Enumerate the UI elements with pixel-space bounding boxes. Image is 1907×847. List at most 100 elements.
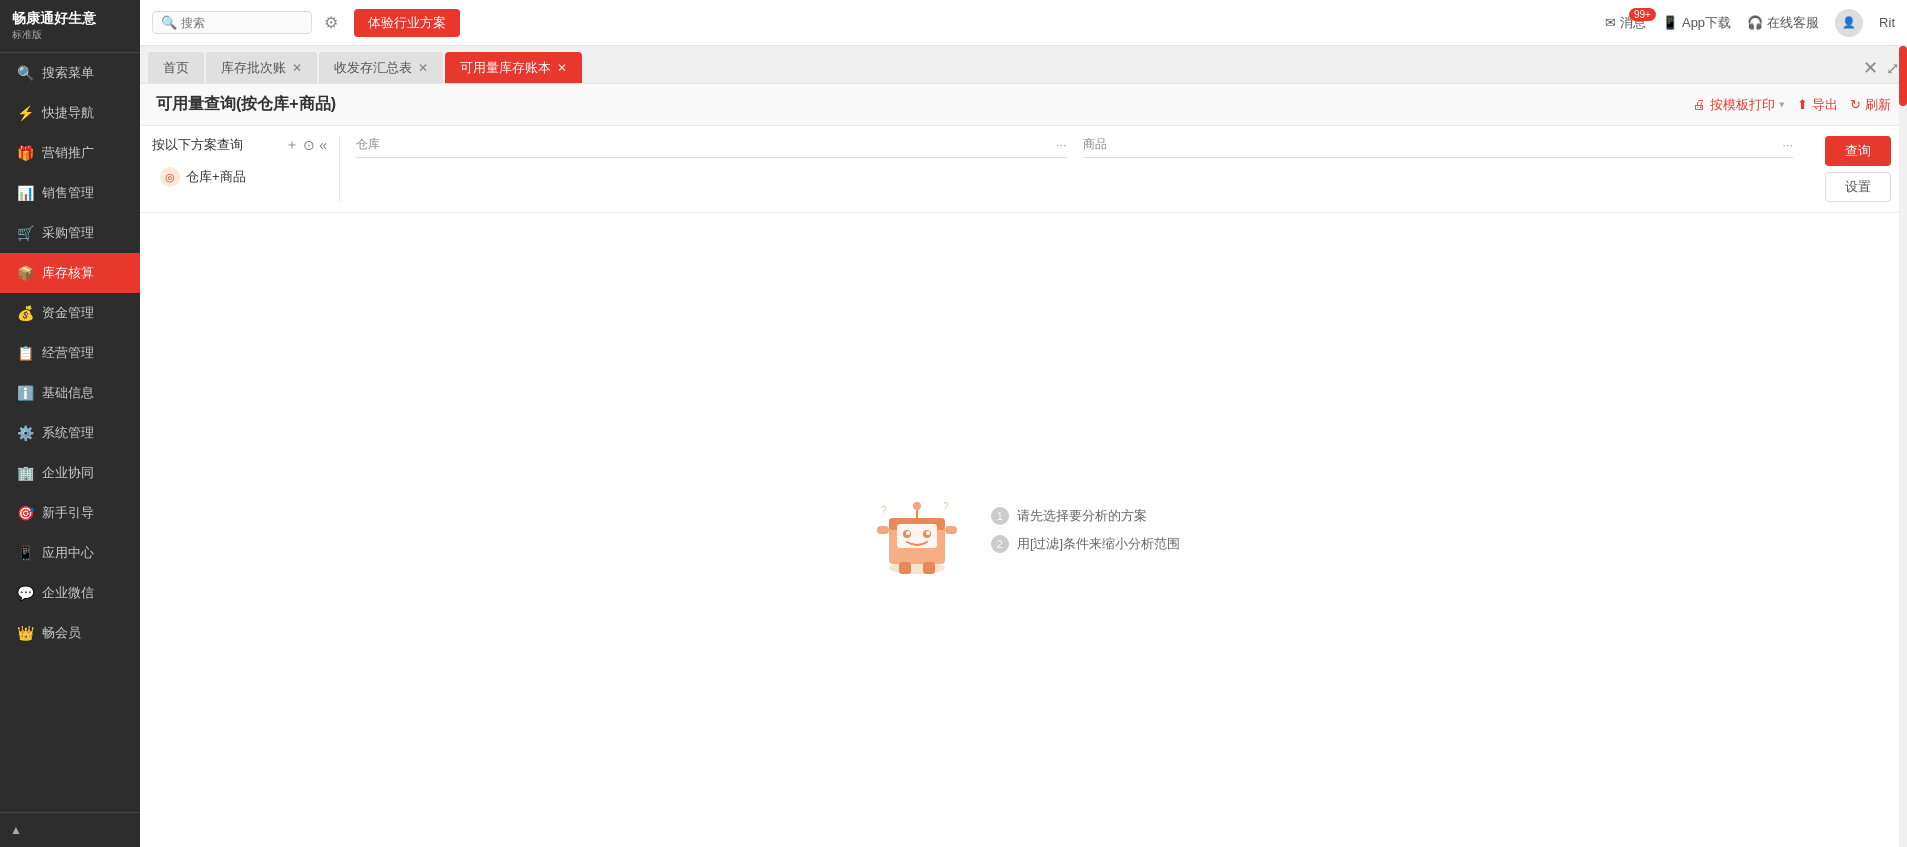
print-label: 按模板打印 bbox=[1710, 96, 1775, 114]
refresh-button[interactable]: ↻ 刷新 bbox=[1850, 96, 1891, 114]
svg-rect-10 bbox=[899, 562, 911, 574]
tab-close-collect-summary[interactable]: ✕ bbox=[418, 61, 428, 75]
username[interactable]: Rit bbox=[1879, 15, 1895, 30]
sidebar-item-marketing[interactable]: 🎁 营销推广 bbox=[0, 133, 140, 173]
export-icon: ⬆ bbox=[1797, 97, 1808, 112]
tab-available-qty[interactable]: 可用量库存账本✕ bbox=[445, 52, 582, 83]
app-download-label: App下载 bbox=[1682, 14, 1731, 32]
topbar-right: ✉ 消息 99+ 📱 App下载 🎧 在线客服 👤 Rit bbox=[1605, 9, 1895, 37]
sidebar-label-member: 畅会员 bbox=[42, 624, 81, 642]
sidebar-label-marketing: 营销推广 bbox=[42, 144, 94, 162]
sidebar-item-enterprise[interactable]: 🏢 企业协同 bbox=[0, 453, 140, 493]
close-all-tabs-icon[interactable]: ✕ bbox=[1863, 57, 1878, 79]
main-area: 🔍 ⚙ 体验行业方案 ✉ 消息 99+ 📱 App下载 🎧 在线客服 👤 Rit bbox=[140, 0, 1907, 847]
sidebar-item-purchase[interactable]: 🛒 采购管理 bbox=[0, 213, 140, 253]
filter-warehouse: 仓库 ··· bbox=[356, 136, 1067, 158]
sidebar-item-operations[interactable]: 📋 经营管理 bbox=[0, 333, 140, 373]
tab-collect-summary[interactable]: 收发存汇总表✕ bbox=[319, 52, 443, 83]
svg-text:?: ? bbox=[881, 505, 887, 516]
svg-point-13 bbox=[913, 502, 921, 510]
warehouse-more-btn[interactable]: ··· bbox=[1056, 137, 1067, 152]
scheme-actions: ＋ ⊙ « bbox=[285, 136, 327, 154]
app-download-button[interactable]: 📱 App下载 bbox=[1662, 14, 1731, 32]
sidebar-label-operations: 经营管理 bbox=[42, 344, 94, 362]
sidebar-item-inventory[interactable]: 📦 库存核算 bbox=[0, 253, 140, 293]
sidebar-bottom[interactable]: ▲ bbox=[0, 812, 140, 847]
arrow-up-icon: ▲ bbox=[10, 823, 22, 837]
sidebar-icon-inventory: 📦 bbox=[16, 264, 34, 282]
sidebar-item-finance[interactable]: 💰 资金管理 bbox=[0, 293, 140, 333]
scrollbar-thumb bbox=[1899, 46, 1907, 106]
settings-icon[interactable]: ⚙ bbox=[320, 9, 342, 36]
collapse-scheme-icon[interactable]: « bbox=[319, 137, 327, 153]
message-badge: 99+ bbox=[1629, 8, 1656, 21]
message-icon: ✉ bbox=[1605, 15, 1616, 30]
tab-batch-account[interactable]: 库存批次账✕ bbox=[206, 52, 317, 83]
query-schemes-panel: 按以下方案查询 ＋ ⊙ « ◎ 仓库+商品 bbox=[140, 136, 340, 202]
trial-button[interactable]: 体验行业方案 bbox=[354, 9, 460, 37]
refresh-label: 刷新 bbox=[1865, 96, 1891, 114]
message-button[interactable]: ✉ 消息 99+ bbox=[1605, 14, 1646, 32]
sidebar-item-search[interactable]: 🔍 搜索菜单 bbox=[0, 53, 140, 93]
export-button[interactable]: ⬆ 导出 bbox=[1797, 96, 1838, 114]
goods-more-btn[interactable]: ··· bbox=[1782, 137, 1793, 152]
tab-home[interactable]: 首页 bbox=[148, 52, 204, 83]
sidebar-icon-search: 🔍 bbox=[16, 64, 34, 82]
sidebar-item-newbie[interactable]: 🎯 新手引导 bbox=[0, 493, 140, 533]
search-input[interactable] bbox=[181, 16, 303, 30]
svg-point-6 bbox=[906, 531, 910, 535]
settings-button[interactable]: 设置 bbox=[1825, 172, 1891, 202]
empty-state: ? ? 1 请先选择要分析的方案 2 用[过滤]条件来缩小分析范围 bbox=[140, 213, 1907, 847]
tab-close-available-qty[interactable]: ✕ bbox=[557, 61, 567, 75]
query-button[interactable]: 查询 bbox=[1825, 136, 1891, 166]
sidebar-icon-newbie: 🎯 bbox=[16, 504, 34, 522]
online-service-button[interactable]: 🎧 在线客服 bbox=[1747, 14, 1819, 32]
sidebar-item-wechat[interactable]: 💬 企业微信 bbox=[0, 573, 140, 613]
sidebar-icon-sales: 📊 bbox=[16, 184, 34, 202]
svg-rect-11 bbox=[923, 562, 935, 574]
refresh-icon: ↻ bbox=[1850, 97, 1861, 112]
sidebar-item-appstore[interactable]: 📱 应用中心 bbox=[0, 533, 140, 573]
tab-close-batch-account[interactable]: ✕ bbox=[292, 61, 302, 75]
search-icon: 🔍 bbox=[161, 15, 177, 30]
sidebar-icon-marketing: 🎁 bbox=[16, 144, 34, 162]
settings-scheme-icon[interactable]: ⊙ bbox=[303, 137, 315, 153]
sidebar-icon-appstore: 📱 bbox=[16, 544, 34, 562]
expand-icon[interactable]: ⤢ bbox=[1886, 59, 1899, 78]
sidebar-item-sales[interactable]: 📊 销售管理 bbox=[0, 173, 140, 213]
warehouse-label: 仓库 bbox=[356, 136, 380, 153]
add-scheme-icon[interactable]: ＋ bbox=[285, 136, 299, 154]
sidebar-label-quick-nav: 快捷导航 bbox=[42, 104, 94, 122]
goods-input[interactable] bbox=[1113, 137, 1777, 152]
app-name: 畅康通好生意 bbox=[12, 10, 128, 28]
warehouse-input[interactable] bbox=[386, 137, 1050, 152]
sidebar-item-system[interactable]: ⚙️ 系统管理 bbox=[0, 413, 140, 453]
sidebar-label-enterprise: 企业协同 bbox=[42, 464, 94, 482]
sidebar-item-quick-nav[interactable]: ⚡ 快捷导航 bbox=[0, 93, 140, 133]
sidebar-label-appstore: 应用中心 bbox=[42, 544, 94, 562]
warehouse-input-row: 仓库 ··· bbox=[356, 136, 1067, 158]
sidebar-item-member[interactable]: 👑 畅会员 bbox=[0, 613, 140, 653]
query-area: 按以下方案查询 ＋ ⊙ « ◎ 仓库+商品 仓库 bbox=[140, 126, 1907, 213]
sidebar-icon-purchase: 🛒 bbox=[16, 224, 34, 242]
printer-icon: 🖨 bbox=[1693, 97, 1706, 112]
page-header-actions: 🖨 按模板打印 ▾ ⬆ 导出 ↻ 刷新 bbox=[1693, 96, 1891, 114]
chevron-down-icon: ▾ bbox=[1779, 98, 1785, 111]
query-filters: 仓库 ··· 商品 ··· bbox=[340, 136, 1809, 202]
print-template-button[interactable]: 🖨 按模板打印 ▾ bbox=[1693, 96, 1785, 114]
sidebar-item-basic[interactable]: ℹ️ 基础信息 bbox=[0, 373, 140, 413]
scheme-item-warehouse-goods[interactable]: ◎ 仓库+商品 bbox=[152, 162, 327, 192]
avatar[interactable]: 👤 bbox=[1835, 9, 1863, 37]
service-label: 在线客服 bbox=[1767, 14, 1819, 32]
topbar-search-box[interactable]: 🔍 bbox=[152, 11, 312, 34]
app-edition: 标准版 bbox=[12, 28, 128, 42]
empty-illustration: ? ? bbox=[867, 480, 967, 580]
sidebar-icon-system: ⚙️ bbox=[16, 424, 34, 442]
goods-label: 商品 bbox=[1083, 136, 1107, 153]
export-label: 导出 bbox=[1812, 96, 1838, 114]
sidebar: 畅康通好生意 标准版 🔍 搜索菜单 ⚡ 快捷导航 🎁 营销推广 📊 销售管理 🛒… bbox=[0, 0, 140, 847]
svg-text:?: ? bbox=[943, 501, 949, 512]
tip-text-2: 用[过滤]条件来缩小分析范围 bbox=[1017, 535, 1180, 553]
tabs-actions: ✕ ⤢ bbox=[1863, 57, 1899, 83]
right-scrollbar[interactable] bbox=[1899, 46, 1907, 847]
